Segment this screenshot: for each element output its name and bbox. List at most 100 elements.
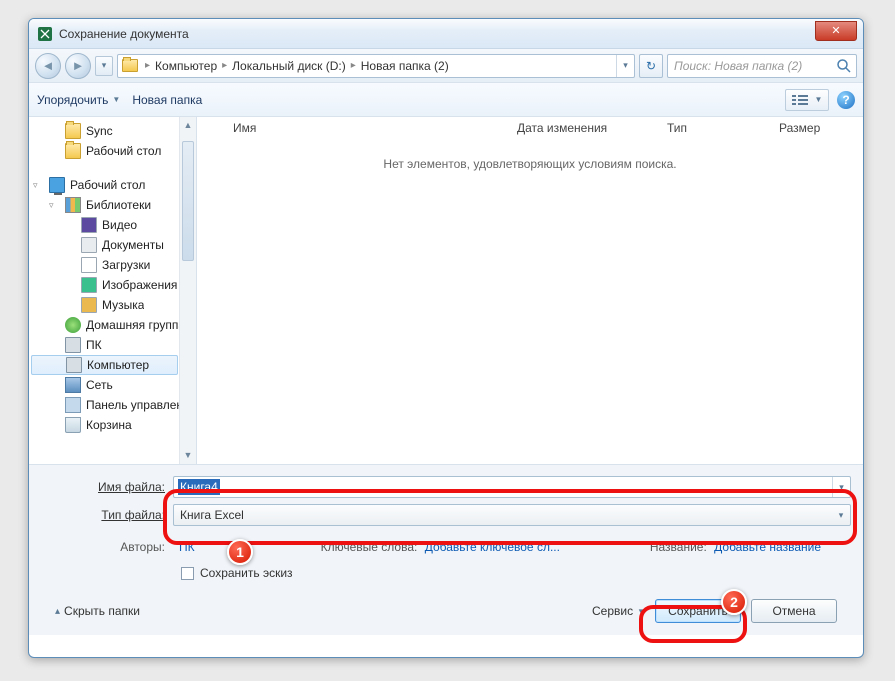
chevron-down-icon: ▼ xyxy=(112,95,120,104)
forward-button[interactable]: ► xyxy=(65,53,91,79)
column-size[interactable]: Размер xyxy=(771,117,863,141)
breadcrumb-segment[interactable]: Новая папка (2) xyxy=(359,59,451,73)
tree-item-music[interactable]: Музыка xyxy=(29,295,196,315)
cancel-button[interactable]: Отмена xyxy=(751,599,837,623)
search-icon xyxy=(836,58,852,74)
column-headers: Имя Дата изменения Тип Размер xyxy=(197,117,863,141)
folder-icon xyxy=(65,123,81,139)
address-bar[interactable]: ▸ Компьютер ▸ Локальный диск (D:) ▸ Нова… xyxy=(117,54,635,78)
pc-icon xyxy=(65,337,81,353)
music-icon xyxy=(81,297,97,313)
service-label: Сервис xyxy=(592,604,633,618)
tree-item-desktop[interactable]: ▿Рабочий стол xyxy=(29,175,196,195)
authors-value[interactable]: ПК xyxy=(179,540,195,554)
column-name[interactable]: Имя xyxy=(225,117,509,141)
body: Sync Рабочий стол ▿Рабочий стол ▿Библиот… xyxy=(29,117,863,464)
search-input[interactable]: Поиск: Новая папка (2) xyxy=(667,54,857,78)
window-title: Сохранение документа xyxy=(59,27,189,41)
address-dropdown[interactable]: ▾ xyxy=(616,55,634,77)
tree-item-libraries[interactable]: ▿Библиотеки xyxy=(29,195,196,215)
tree-item-desktop-fav[interactable]: Рабочий стол xyxy=(29,141,196,161)
authors-label: Авторы: xyxy=(41,540,173,554)
view-icon xyxy=(792,94,812,106)
form-area: Имя файла: Книга4 ▾ Тип файла: Книга Exc… xyxy=(29,464,863,635)
images-icon xyxy=(81,277,97,293)
tree-item-network[interactable]: Сеть xyxy=(29,375,196,395)
search-placeholder: Поиск: Новая папка (2) xyxy=(674,59,802,73)
back-button[interactable]: ◄ xyxy=(35,53,61,79)
breadcrumb-segment[interactable]: Компьютер xyxy=(153,59,219,73)
tree-item-downloads[interactable]: Загрузки xyxy=(29,255,196,275)
chevron-icon[interactable]: ▸ xyxy=(142,60,153,71)
breadcrumb-segment[interactable]: Локальный диск (D:) xyxy=(230,59,348,73)
scroll-up-icon[interactable]: ▲ xyxy=(180,117,196,134)
titlebar: Сохранение документа ✕ xyxy=(29,19,863,49)
column-date[interactable]: Дата изменения xyxy=(509,117,659,141)
hide-folders-button[interactable]: ▴ Скрыть папки xyxy=(55,604,140,618)
expand-icon[interactable]: ▿ xyxy=(33,180,38,191)
libraries-icon xyxy=(65,197,81,213)
tree-item-documents[interactable]: Документы xyxy=(29,235,196,255)
filename-dropdown[interactable]: ▾ xyxy=(832,477,850,497)
column-type[interactable]: Тип xyxy=(659,117,771,141)
desktop-icon xyxy=(49,177,65,193)
new-folder-button[interactable]: Новая папка xyxy=(132,93,202,107)
cancel-label: Отмена xyxy=(772,604,815,618)
filetype-select[interactable]: Книга Excel ▾ xyxy=(173,504,851,526)
tree-item-control-panel[interactable]: Панель управления xyxy=(29,395,196,415)
tree-item-sync[interactable]: Sync xyxy=(29,121,196,141)
filetype-value: Книга Excel xyxy=(180,508,244,522)
tree-item-video[interactable]: Видео xyxy=(29,215,196,235)
tree-scrollbar[interactable]: ▲ ▼ xyxy=(179,117,196,464)
filename-value: Книга4 xyxy=(178,479,220,495)
folder-icon xyxy=(65,143,81,159)
chevron-icon[interactable]: ▸ xyxy=(219,60,230,71)
scroll-down-icon[interactable]: ▼ xyxy=(180,447,196,464)
save-thumbnail-checkbox[interactable] xyxy=(181,567,194,580)
tree-item-recycle-bin[interactable]: Корзина xyxy=(29,415,196,435)
filename-input[interactable]: Книга4 ▾ xyxy=(173,476,851,498)
chevron-up-icon: ▴ xyxy=(55,606,60,617)
video-icon xyxy=(81,217,97,233)
documents-icon xyxy=(81,237,97,253)
save-button[interactable]: Сохранить xyxy=(655,599,741,623)
nav-tree: Sync Рабочий стол ▿Рабочий стол ▿Библиот… xyxy=(29,117,197,464)
organize-label: Упорядочить xyxy=(37,93,108,107)
navbar: ◄ ► ▾ ▸ Компьютер ▸ Локальный диск (D:) … xyxy=(29,49,863,83)
refresh-button[interactable]: ↻ xyxy=(639,54,663,78)
scrollbar-thumb[interactable] xyxy=(182,141,194,261)
tree-item-user-pc[interactable]: ПК xyxy=(29,335,196,355)
save-label: Сохранить xyxy=(668,604,728,618)
new-folder-label: Новая папка xyxy=(132,93,202,107)
column-expander[interactable] xyxy=(197,117,225,141)
chevron-icon[interactable]: ▸ xyxy=(348,60,359,71)
close-button[interactable]: ✕ xyxy=(815,21,857,41)
service-menu[interactable]: Сервис ▼ xyxy=(592,604,645,618)
chevron-down-icon: ▼ xyxy=(815,95,823,104)
help-button[interactable]: ? xyxy=(837,91,855,109)
organize-button[interactable]: Упорядочить ▼ xyxy=(37,93,120,107)
tree-item-images[interactable]: Изображения xyxy=(29,275,196,295)
filetype-dropdown-icon[interactable]: ▾ xyxy=(832,505,850,525)
keywords-label: Ключевые слова: xyxy=(321,540,418,554)
save-thumbnail-label: Сохранить эскиз xyxy=(200,566,293,580)
filename-label: Имя файла: xyxy=(41,480,173,494)
expand-icon[interactable]: ▿ xyxy=(49,200,54,211)
excel-icon xyxy=(37,26,53,42)
tree-item-homegroup[interactable]: Домашняя группа xyxy=(29,315,196,335)
network-icon xyxy=(65,377,81,393)
filetype-label: Тип файла: xyxy=(41,508,173,522)
view-mode-button[interactable]: ▼ xyxy=(785,89,829,111)
title-hint[interactable]: Добавьте название xyxy=(714,540,821,554)
tree-item-computer[interactable]: Компьютер xyxy=(31,355,178,375)
toolbar: Упорядочить ▼ Новая папка ▼ ? xyxy=(29,83,863,117)
trash-icon xyxy=(65,417,81,433)
keywords-hint[interactable]: Добавьте ключевое сл... xyxy=(425,540,560,554)
save-dialog: Сохранение документа ✕ ◄ ► ▾ ▸ Компьютер… xyxy=(28,18,864,658)
homegroup-icon xyxy=(65,317,81,333)
folder-icon xyxy=(122,59,138,72)
file-list: Имя Дата изменения Тип Размер Нет элемен… xyxy=(197,117,863,464)
tree-spacer xyxy=(29,161,196,175)
history-dropdown[interactable]: ▾ xyxy=(95,56,113,76)
control-panel-icon xyxy=(65,397,81,413)
